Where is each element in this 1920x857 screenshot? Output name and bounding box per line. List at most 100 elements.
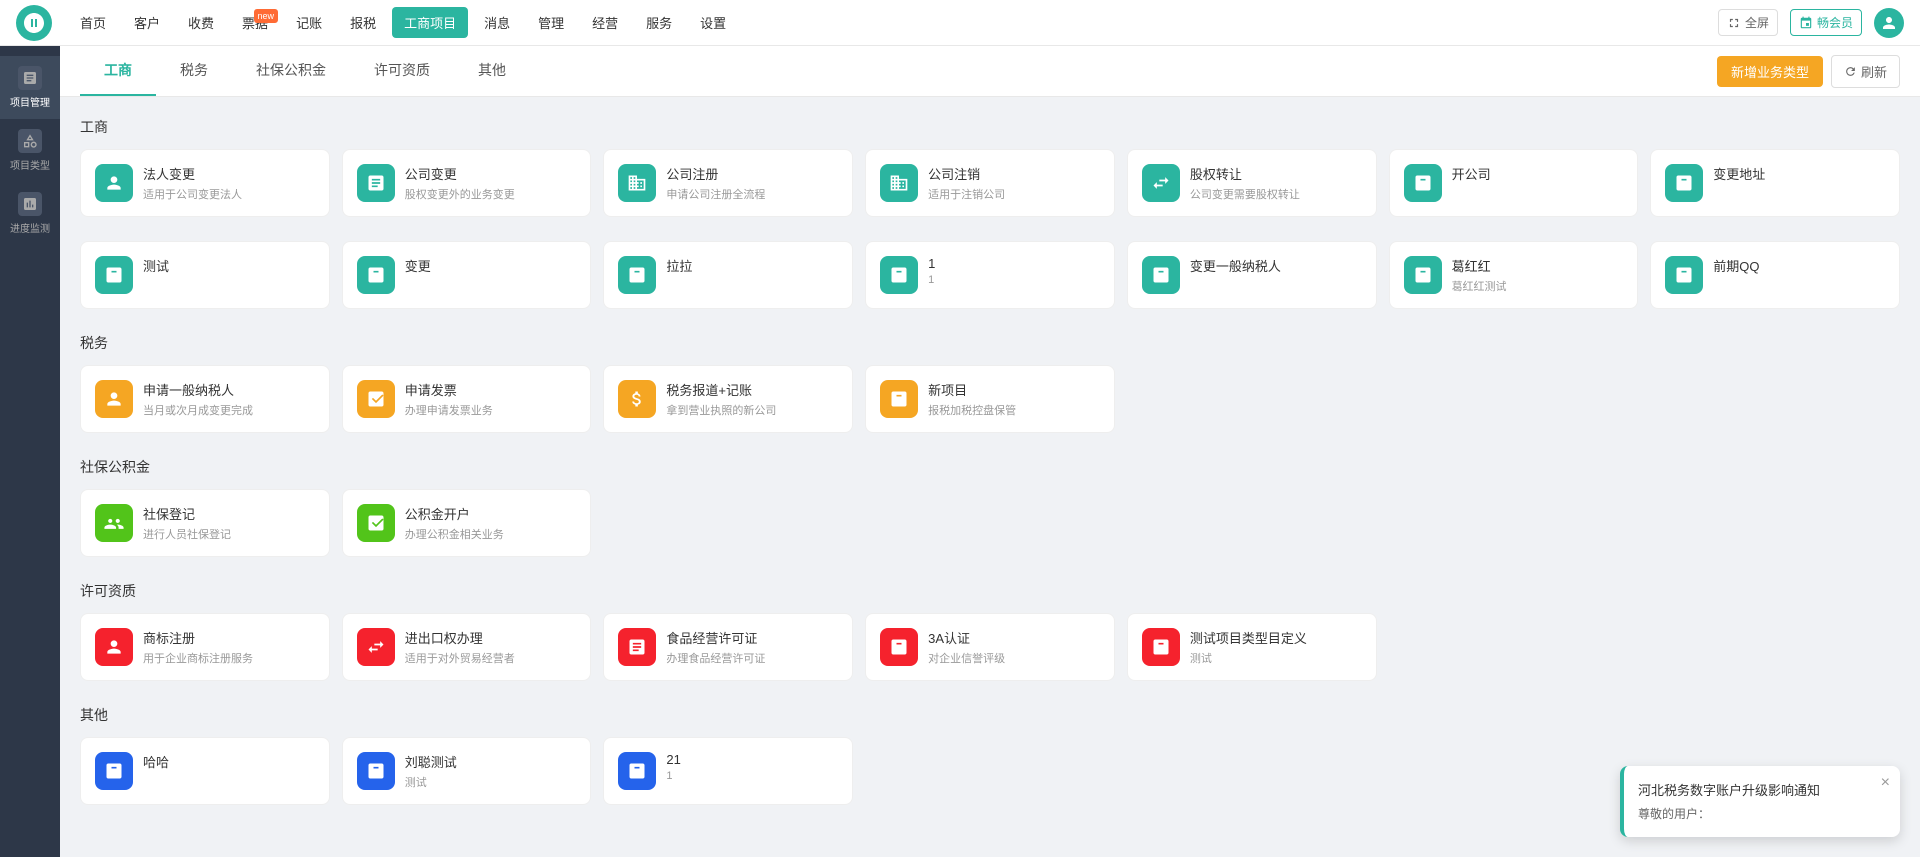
card-icon-3a-renzheng xyxy=(880,628,918,666)
card-kaigongsi[interactable]: 开公司 xyxy=(1389,149,1639,217)
nav-item-bookkeep[interactable]: 记账 xyxy=(284,7,334,38)
card-xinxiangmu[interactable]: 新项目 报税加税控盘保管 xyxy=(865,365,1115,433)
card-1[interactable]: 1 1 xyxy=(865,241,1115,309)
nav-item-tax[interactable]: 报税 xyxy=(338,7,388,38)
card-info-biangengdizhi: 变更地址 xyxy=(1713,164,1885,186)
card-title-lala: 拉拉 xyxy=(666,256,838,275)
card-icon-21 xyxy=(618,752,656,790)
card-info-shuiwubaodao: 税务报道+记账 拿到营业执照的新公司 xyxy=(666,380,838,418)
card-info-gongjijinkaihu: 公积金开户 办理公积金相关业务 xyxy=(405,504,577,542)
nav-item-payment[interactable]: 收费 xyxy=(176,7,226,38)
tab-shuiwu[interactable]: 税务 xyxy=(156,46,232,96)
card-biangeng-na税人[interactable]: 变更一般纳税人 xyxy=(1127,241,1377,309)
nav-item-message[interactable]: 消息 xyxy=(472,7,522,38)
card-ceshi[interactable]: 测试 xyxy=(80,241,330,309)
card-3a-renzheng[interactable]: 3A认证 对企业信誉评级 xyxy=(865,613,1115,681)
card-info-shenqing-fapiao: 申请发票 办理申请发票业务 xyxy=(405,380,577,418)
card-lala[interactable]: 拉拉 xyxy=(603,241,853,309)
card-icon-biangengnas xyxy=(1142,256,1180,294)
card-biangeng[interactable]: 变更 xyxy=(342,241,592,309)
card-gongjijinkaihu[interactable]: 公积金开户 办理公积金相关业务 xyxy=(342,489,592,557)
xuke-cards: 商标注册 用于企业商标注册服务 进出口权办理 适用于对外贸易经营者 xyxy=(80,613,1900,681)
card-shenqing-fapiao[interactable]: 申请发票 办理申请发票业务 xyxy=(342,365,592,433)
nav-item-business[interactable]: 工商项目 xyxy=(392,7,468,38)
card-haha[interactable]: 哈哈 xyxy=(80,737,330,805)
new-type-button[interactable]: 新增业务类型 xyxy=(1717,56,1823,87)
nav-items: 首页 客户 收费 票据 new 记账 报税 工商项目 消息 管理 经营 服务 设… xyxy=(68,7,1718,38)
tab-other[interactable]: 其他 xyxy=(454,46,530,96)
card-info-jinchukouban: 进出口权办理 适用于对外贸易经营者 xyxy=(405,628,577,666)
user-avatar[interactable] xyxy=(1874,8,1904,38)
card-title-farenbiangeng: 法人变更 xyxy=(143,164,315,183)
card-title-21: 21 xyxy=(666,752,838,767)
card-jinchukouban[interactable]: 进出口权办理 适用于对外贸易经营者 xyxy=(342,613,592,681)
card-icon-gongsibiangeng xyxy=(357,164,395,202)
avatar-icon xyxy=(1880,14,1898,32)
card-title-shenqing-na税人: 申请一般纳税人 xyxy=(143,380,315,399)
nav-item-settings[interactable]: 设置 xyxy=(688,7,738,38)
card-title-gongsizhuche: 公司注册 xyxy=(666,164,838,183)
fullscreen-button[interactable]: 全屏 xyxy=(1718,9,1778,36)
notification-close-button[interactable]: × xyxy=(1881,774,1890,792)
refresh-button[interactable]: 刷新 xyxy=(1831,55,1900,88)
card-gongsizhuoxiao[interactable]: 公司注销 适用于注销公司 xyxy=(865,149,1115,217)
tab-shebao[interactable]: 社保公积金 xyxy=(232,46,350,96)
logo[interactable] xyxy=(16,5,52,41)
card-icon-biangeng xyxy=(357,256,395,294)
tab-xuke[interactable]: 许可资质 xyxy=(350,46,454,96)
nav-item-service[interactable]: 服务 xyxy=(634,7,684,38)
card-title-shuiwubaodao: 税务报道+记账 xyxy=(666,380,838,399)
card-desc-ceshi-xuke: 测试 xyxy=(1190,650,1362,666)
card-icon-kaigongsi xyxy=(1404,164,1442,202)
card-shenqing-na税人[interactable]: 申请一般纳税人 当月或次月成变更完成 xyxy=(80,365,330,433)
card-icon-shipin-xuke xyxy=(618,628,656,666)
new-badge: new xyxy=(254,9,279,23)
card-21[interactable]: 21 1 xyxy=(603,737,853,805)
card-info-21: 21 1 xyxy=(666,752,838,782)
project-type-icon xyxy=(18,129,42,153)
card-desc-shenqing-fapiao: 办理申请发票业务 xyxy=(405,402,577,418)
tab-gongshang[interactable]: 工商 xyxy=(80,46,156,96)
card-info-haha: 哈哈 xyxy=(143,752,315,774)
card-farenbiangeng[interactable]: 法人变更 适用于公司变更法人 xyxy=(80,149,330,217)
card-gongsizhuche[interactable]: 公司注册 申请公司注册全流程 xyxy=(603,149,853,217)
sidebar-item-project-type[interactable]: 项目类型 xyxy=(0,119,60,182)
card-title-kaigongsi: 开公司 xyxy=(1452,164,1624,183)
card-biangengdizhi[interactable]: 变更地址 xyxy=(1650,149,1900,217)
section-xuke-title: 许可资质 xyxy=(80,581,1900,601)
card-icon-gongjijinkaihu xyxy=(357,504,395,542)
notification-text: 尊敬的用户： xyxy=(1638,805,1886,823)
card-ceshi-xuke[interactable]: 测试项目类型目定义 测试 xyxy=(1127,613,1377,681)
card-desc-gehonghong: 葛红红测试 xyxy=(1452,278,1624,294)
shuiwu-cards: 申请一般纳税人 当月或次月成变更完成 申请发票 办理申请发票业务 xyxy=(80,365,1900,433)
card-info-biangeng: 变更 xyxy=(405,256,577,278)
card-gehonghong[interactable]: 葛红红 葛红红测试 xyxy=(1389,241,1639,309)
card-desc-gongsibiangeng: 股权变更外的业务变更 xyxy=(405,186,577,202)
card-shuiwubaodao[interactable]: 税务报道+记账 拿到营业执照的新公司 xyxy=(603,365,853,433)
card-shangbiaozhuche[interactable]: 商标注册 用于企业商标注册服务 xyxy=(80,613,330,681)
tab-actions: 新增业务类型 刷新 xyxy=(1717,55,1900,88)
nav-item-bill[interactable]: 票据 new xyxy=(230,7,280,38)
card-info-ceshi: 测试 xyxy=(143,256,315,278)
nav-item-home[interactable]: 首页 xyxy=(68,7,118,38)
nav-item-operation[interactable]: 经营 xyxy=(580,7,630,38)
card-qianqiQQ[interactable]: 前期QQ xyxy=(1650,241,1900,309)
card-shipin-xuke[interactable]: 食品经营许可证 办理食品经营许可证 xyxy=(603,613,853,681)
sidebar-item-project-manage[interactable]: 项目管理 xyxy=(0,56,60,119)
card-liucong-test[interactable]: 刘聪测试 测试 xyxy=(342,737,592,805)
card-guquanzhuanrang[interactable]: 股权转让 公司变更需要股权转让 xyxy=(1127,149,1377,217)
nav-item-customer[interactable]: 客户 xyxy=(122,7,172,38)
card-desc-3a-renzheng: 对企业信誉评级 xyxy=(928,650,1100,666)
card-info-gongsizhuoxiao: 公司注销 适用于注销公司 xyxy=(928,164,1100,202)
section-shebao: 社保公积金 社保登记 进行人员社保登记 公积金开户 xyxy=(80,457,1900,557)
card-title-ceshi: 测试 xyxy=(143,256,315,275)
card-info-gongsizhuche: 公司注册 申请公司注册全流程 xyxy=(666,164,838,202)
sidebar-item-progress[interactable]: 进度监测 xyxy=(0,182,60,245)
card-icon-gehonghong xyxy=(1404,256,1442,294)
card-gongsibiangeng[interactable]: 公司变更 股权变更外的业务变更 xyxy=(342,149,592,217)
card-icon-liucong-test xyxy=(357,752,395,790)
nav-item-manage[interactable]: 管理 xyxy=(526,7,576,38)
card-info-lala: 拉拉 xyxy=(666,256,838,278)
card-shebaodengjie[interactable]: 社保登记 进行人员社保登记 xyxy=(80,489,330,557)
member-button[interactable]: 畅会员 xyxy=(1790,9,1862,36)
